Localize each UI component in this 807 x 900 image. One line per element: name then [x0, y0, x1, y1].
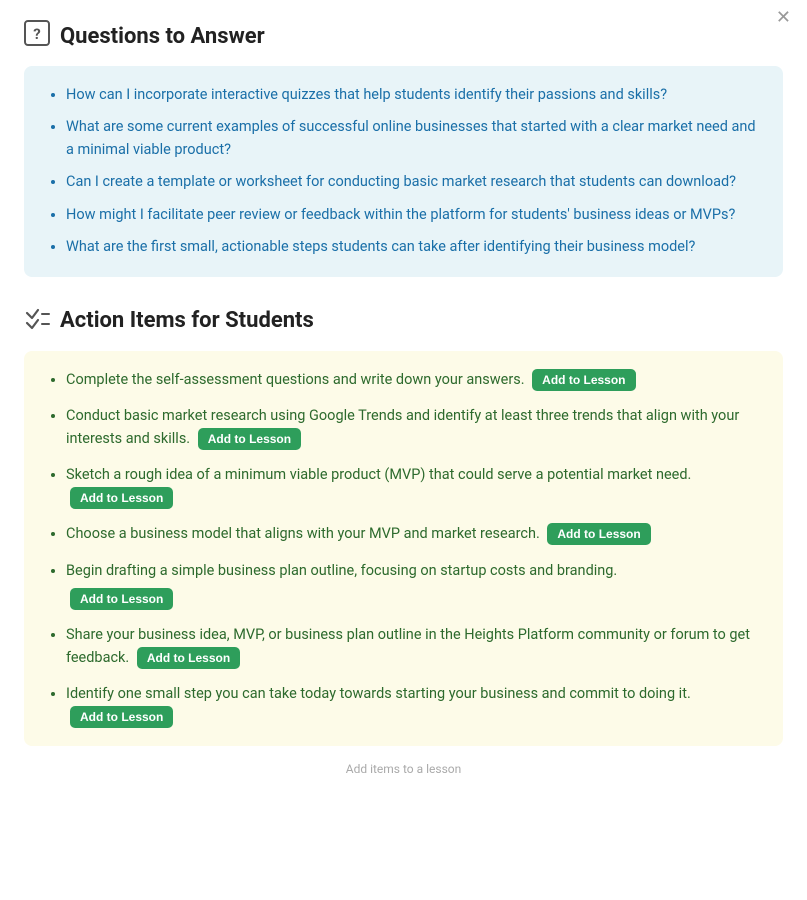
- action-items-section-header: Action Items for Students: [24, 305, 783, 337]
- add-to-lesson-button-4[interactable]: Add to Lesson: [70, 588, 173, 610]
- list-item: Complete the self-assessment questions a…: [66, 369, 761, 391]
- add-to-lesson-button-2[interactable]: Add to Lesson: [70, 487, 173, 509]
- action-items-title: Action Items for Students: [60, 308, 314, 333]
- action-item-text: Sketch a rough idea of a minimum viable …: [66, 466, 691, 483]
- list-item: Sketch a rough idea of a minimum viable …: [66, 464, 761, 509]
- add-to-lesson-button-5[interactable]: Add to Lesson: [137, 647, 240, 669]
- list-item: Conduct basic market research using Goog…: [66, 405, 761, 450]
- questions-icon: ?: [24, 20, 50, 52]
- action-item-text: Complete the self-assessment questions a…: [66, 371, 525, 388]
- action-items-list: Complete the self-assessment questions a…: [46, 369, 761, 728]
- list-item: How might I facilitate peer review or fe…: [66, 204, 761, 226]
- list-item: How can I incorporate interactive quizze…: [66, 84, 761, 106]
- add-to-lesson-button-3[interactable]: Add to Lesson: [547, 523, 650, 545]
- action-items-box: Complete the self-assessment questions a…: [24, 351, 783, 746]
- list-item: Can I create a template or worksheet for…: [66, 171, 761, 193]
- list-item: What are the first small, actionable ste…: [66, 236, 761, 258]
- add-to-lesson-button-0[interactable]: Add to Lesson: [532, 369, 635, 391]
- list-item: What are some current examples of succes…: [66, 116, 761, 161]
- list-item: Share your business idea, MVP, or busine…: [66, 624, 761, 669]
- list-item: Identify one small step you can take tod…: [66, 683, 761, 728]
- questions-section-header: ? Questions to Answer: [24, 20, 783, 52]
- add-to-lesson-button-1[interactable]: Add to Lesson: [198, 428, 301, 450]
- action-items-icon: [24, 305, 50, 337]
- action-item-text: Identify one small step you can take tod…: [66, 685, 691, 702]
- questions-box: How can I incorporate interactive quizze…: [24, 66, 783, 277]
- action-item-text: Choose a business model that aligns with…: [66, 525, 540, 542]
- list-item: Choose a business model that aligns with…: [66, 523, 761, 545]
- bottom-hint: Add items to a lesson: [24, 762, 783, 776]
- questions-title: Questions to Answer: [60, 24, 265, 49]
- action-item-text: Begin drafting a simple business plan ou…: [66, 562, 617, 579]
- list-item: Begin drafting a simple business plan ou…: [66, 560, 761, 610]
- close-button[interactable]: ✕: [776, 8, 791, 26]
- action-item-text: Conduct basic market research using Goog…: [66, 407, 739, 446]
- svg-text:?: ?: [33, 25, 40, 43]
- questions-list: How can I incorporate interactive quizze…: [46, 84, 761, 259]
- add-to-lesson-button-6[interactable]: Add to Lesson: [70, 706, 173, 728]
